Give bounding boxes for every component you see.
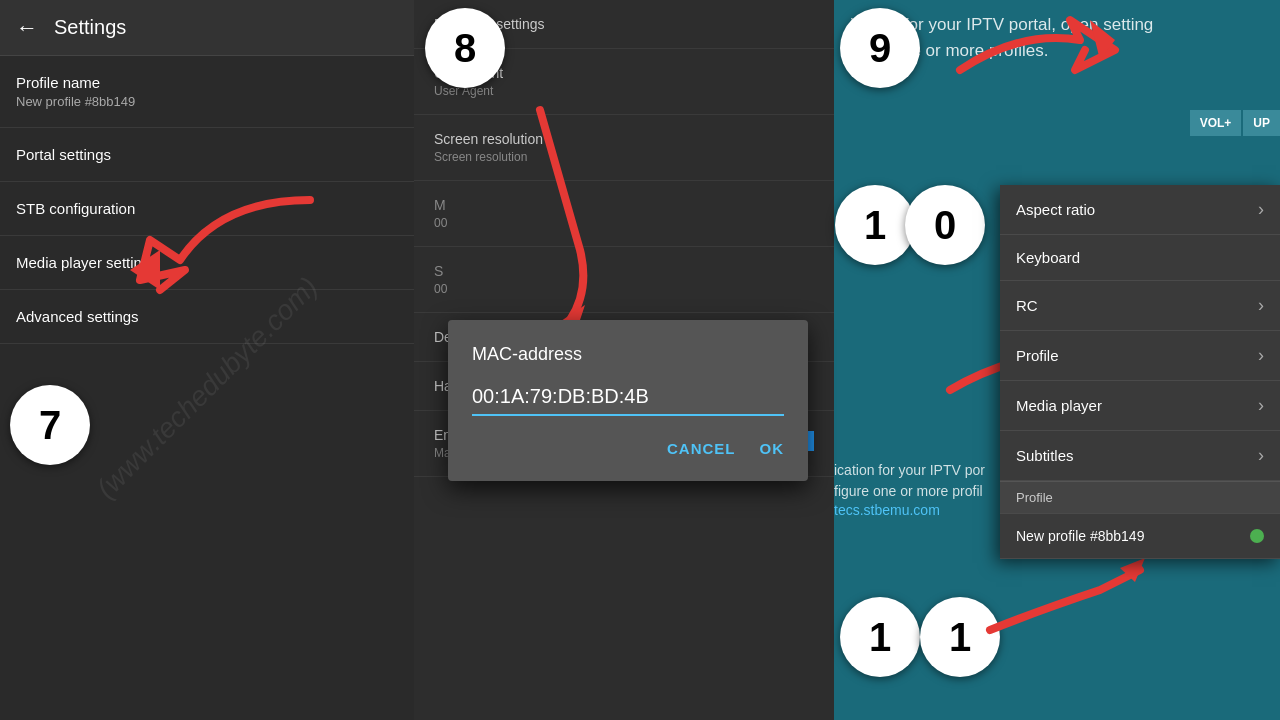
step-badge-11-1: 1	[840, 597, 920, 677]
settings-panel: ← Settings Profile name New profile #8bb…	[0, 0, 414, 720]
subtitles-chevron: ›	[1258, 445, 1264, 466]
mac-ok-button[interactable]: OK	[760, 440, 785, 457]
step-badge-11-0: 1	[920, 597, 1000, 677]
section-header-label: Profile	[1016, 490, 1053, 505]
settings-item-portal[interactable]: Portal settings	[0, 128, 414, 182]
context-media-player[interactable]: Media player ›	[1000, 381, 1280, 431]
profile-new-label: New profile #8bb149	[1016, 528, 1144, 544]
mac-dialog: MAC-address 00:1A:79:DB:BD:4B CANCEL OK	[448, 320, 808, 481]
profile-label: Profile	[1016, 347, 1059, 364]
s-item[interactable]: S 00	[414, 247, 834, 313]
context-profile-new[interactable]: New profile #8bb149	[1000, 514, 1280, 559]
context-section-header: Profile	[1000, 482, 1280, 514]
media-player-settings-label: Media player settings	[16, 254, 398, 271]
s-value: 00	[434, 282, 814, 296]
media-player-chevron: ›	[1258, 395, 1264, 416]
profile-name-value: New profile #8bb149	[16, 94, 398, 109]
context-aspect-ratio[interactable]: Aspect ratio ›	[1000, 185, 1280, 235]
screen-res-label: Screen resolution	[434, 131, 814, 147]
context-rc[interactable]: RC ›	[1000, 281, 1280, 331]
user-agent-value: User Agent	[434, 84, 814, 98]
media-player-label: Media player	[1016, 397, 1102, 414]
mac-dialog-buttons: CANCEL OK	[472, 440, 784, 457]
settings-header: ← Settings	[0, 0, 414, 56]
mac-dialog-title: MAC-address	[472, 344, 784, 365]
mac-cancel-button[interactable]: CANCEL	[667, 440, 736, 457]
vol-plus-button[interactable]: VOL+	[1190, 110, 1242, 136]
step-badge-7: 7	[10, 385, 90, 465]
step-badge-8: 8	[425, 8, 505, 88]
settings-item-profile-name[interactable]: Profile name New profile #8bb149	[0, 56, 414, 128]
context-profile[interactable]: Profile ›	[1000, 331, 1280, 381]
step-badge-9: 9	[840, 8, 920, 88]
mac-item[interactable]: M 00	[414, 181, 834, 247]
keyboard-label: Keyboard	[1016, 249, 1080, 266]
step-badge-10-0: 0	[905, 185, 985, 265]
mac-value: 00	[434, 216, 814, 230]
settings-item-advanced[interactable]: Advanced settings	[0, 290, 414, 344]
profile-name-label: Profile name	[16, 74, 398, 91]
profile-active-indicator	[1250, 529, 1264, 543]
aspect-ratio-label: Aspect ratio	[1016, 201, 1095, 218]
rc-label: RC	[1016, 297, 1038, 314]
profile-chevron: ›	[1258, 345, 1264, 366]
back-button[interactable]: ←	[16, 15, 38, 41]
aspect-ratio-chevron: ›	[1258, 199, 1264, 220]
rc-chevron: ›	[1258, 295, 1264, 316]
subtitles-label: Subtitles	[1016, 447, 1074, 464]
portal-settings-label: Portal settings	[16, 146, 398, 163]
context-keyboard[interactable]: Keyboard	[1000, 235, 1280, 281]
vol-up-buttons: VOL+ UP	[1190, 110, 1280, 136]
mac-label: M	[434, 197, 814, 213]
up-button[interactable]: UP	[1243, 110, 1280, 136]
screen-res-item[interactable]: Screen resolution Screen resolution	[414, 115, 834, 181]
mac-dialog-value[interactable]: 00:1A:79:DB:BD:4B	[472, 385, 784, 416]
settings-item-stb[interactable]: STB configuration	[0, 182, 414, 236]
settings-item-media-player[interactable]: Media player settings	[0, 236, 414, 290]
advanced-settings-label: Advanced settings	[16, 308, 398, 325]
screen-res-value: Screen resolution	[434, 150, 814, 164]
step-badge-10-1: 1	[835, 185, 915, 265]
settings-title: Settings	[54, 16, 126, 39]
s-label: S	[434, 263, 814, 279]
stb-config-label: STB configuration	[16, 200, 398, 217]
context-subtitles[interactable]: Subtitles ›	[1000, 431, 1280, 481]
context-menu: Aspect ratio › Keyboard RC › Profile › M…	[1000, 185, 1280, 559]
